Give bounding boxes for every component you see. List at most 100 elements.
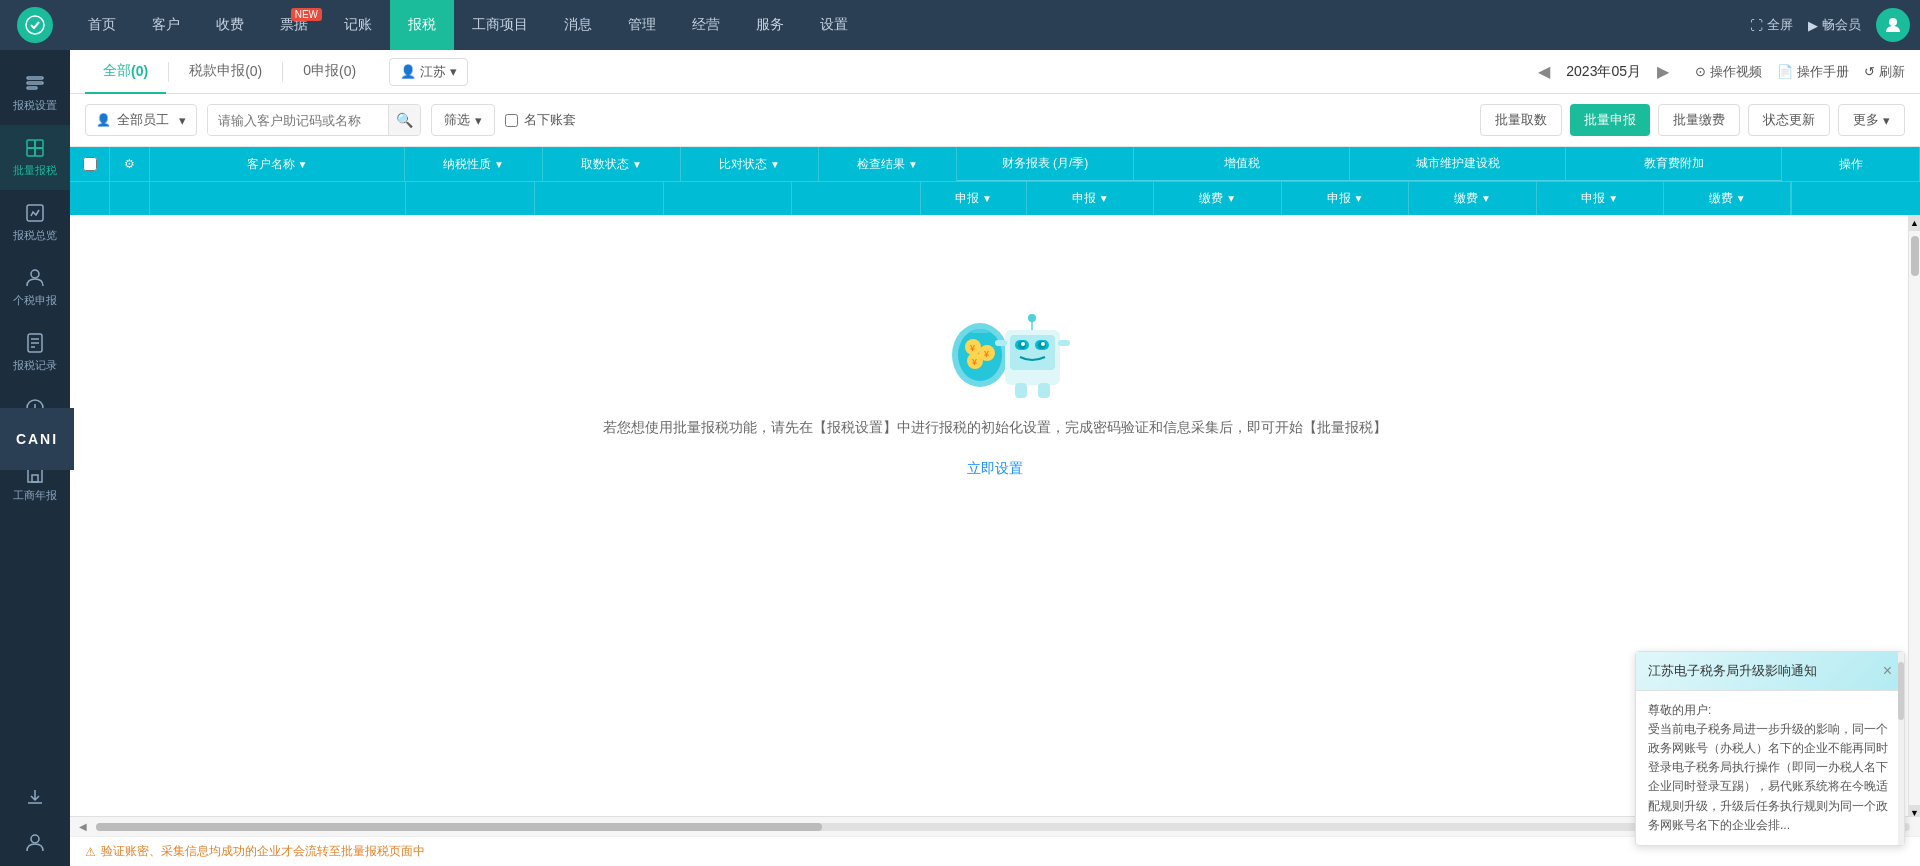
nav-business[interactable]: 工商项目 — [454, 0, 546, 50]
sidebar-item-batch-tax[interactable]: 批量报税 — [0, 125, 70, 190]
th-edu-pay: 缴费 ▼ — [1664, 182, 1791, 215]
date-next-button[interactable]: ▶ — [1651, 60, 1675, 84]
scroll-thumb — [96, 823, 822, 831]
filter-icon[interactable]: ▼ — [770, 159, 780, 170]
svg-rect-35 — [1038, 383, 1050, 398]
region-selector[interactable]: 👤 江苏 ▾ — [389, 58, 468, 86]
batch-report-button[interactable]: 批量申报 — [1570, 104, 1650, 136]
nav-invoice[interactable]: 票据 NEW — [262, 0, 326, 50]
tab-all[interactable]: 全部(0) — [85, 50, 166, 94]
manual-icon: 📄 — [1777, 64, 1793, 79]
scroll-up-button[interactable]: ▲ — [1909, 215, 1920, 231]
status-update-button[interactable]: 状态更新 — [1748, 104, 1830, 136]
th-city-report: 申报 ▼ — [1282, 182, 1409, 215]
notification-close-button[interactable]: × — [1883, 662, 1892, 680]
th-edu-report: 申报 ▼ — [1537, 182, 1664, 215]
filter-icon[interactable]: ▼ — [1099, 193, 1109, 204]
vertical-scrollbar[interactable]: ▲ ▼ — [1908, 215, 1920, 816]
avatar[interactable] — [1876, 8, 1910, 42]
main-layout: 报税设置 批量报税 报税总览 — [0, 50, 1920, 866]
tax-settings-icon — [24, 72, 46, 94]
filter-icon[interactable]: ▼ — [298, 159, 308, 170]
refresh-icon: ↺ — [1864, 64, 1875, 79]
logo-icon — [17, 7, 53, 43]
nav-bookkeeping[interactable]: 记账 — [326, 0, 390, 50]
tax-records-icon — [24, 332, 46, 354]
nav-items: 首页 客户 收费 票据 NEW 记账 报税 工商项目 消息 管理 经营 服务 设… — [70, 0, 1750, 50]
th-financial-report: 申报 ▼ — [921, 182, 1027, 215]
sidebar-item-tax-records[interactable]: 报税记录 — [0, 320, 70, 385]
th-financial: 财务报表 (月/季) — [957, 147, 1134, 181]
filter-icon[interactable]: ▼ — [1354, 193, 1364, 204]
th-checkbox[interactable] — [70, 147, 110, 181]
action-refresh[interactable]: ↺ 刷新 — [1864, 63, 1905, 81]
employee-selector[interactable]: 👤 全部员工 ▾ — [85, 104, 197, 136]
top-navigation: 首页 客户 收费 票据 NEW 记账 报税 工商项目 消息 管理 经营 服务 设… — [0, 0, 1920, 50]
nav-home[interactable]: 首页 — [70, 0, 134, 50]
filter-icon[interactable]: ▼ — [1481, 193, 1491, 204]
scroll-down-button[interactable]: ▼ — [1909, 805, 1920, 816]
filter-button[interactable]: 筛选 ▾ — [431, 104, 495, 136]
batch-fetch-button[interactable]: 批量取数 — [1480, 104, 1562, 136]
action-video[interactable]: ⊙ 操作视频 — [1695, 63, 1762, 81]
date-prev-button[interactable]: ◀ — [1532, 60, 1556, 84]
svg-rect-4 — [27, 140, 35, 148]
search-button[interactable]: 🔍 — [388, 104, 420, 136]
th-fetch-status: 取数状态 ▼ — [543, 147, 681, 181]
notification-header: 江苏电子税务局升级影响通知 × — [1636, 652, 1904, 691]
filter-icon[interactable]: ▼ — [1608, 193, 1618, 204]
fullscreen-button[interactable]: ⛶ 全屏 — [1750, 16, 1793, 34]
filter-icon[interactable]: ▼ — [632, 159, 642, 170]
sidebar-item-tax-settings[interactable]: 报税设置 — [0, 60, 70, 125]
sidebar-item-download[interactable] — [0, 774, 70, 820]
filter-icon[interactable]: ▼ — [1736, 193, 1746, 204]
sidebar-item-user[interactable] — [0, 820, 70, 866]
select-all-checkbox[interactable] — [83, 157, 97, 171]
tab-tax-report[interactable]: 税款申报(0) — [171, 50, 280, 94]
logo[interactable] — [10, 0, 60, 50]
nav-settings[interactable]: 设置 — [802, 0, 866, 50]
filter-icon[interactable]: ▼ — [982, 193, 992, 204]
setup-link[interactable]: 立即设置 — [967, 460, 1023, 478]
member-button[interactable]: ▶ 畅会员 — [1808, 16, 1861, 34]
nav-operation[interactable]: 经营 — [674, 0, 738, 50]
table-header-row1: ⚙ 客户名称 ▼ 纳税性质 ▼ 取数状态 ▼ — [70, 147, 1920, 181]
sidebar-item-tax-overview[interactable]: 报税总览 — [0, 190, 70, 255]
download-icon — [24, 786, 46, 808]
batch-pay-button[interactable]: 批量缴费 — [1658, 104, 1740, 136]
more-button[interactable]: 更多 ▾ — [1838, 104, 1905, 136]
scroll-thumb — [1911, 236, 1919, 276]
filter-icon[interactable]: ▼ — [1226, 193, 1236, 204]
accounts-checkbox-label[interactable]: 名下账套 — [505, 111, 576, 129]
th-gear[interactable]: ⚙ — [110, 147, 150, 181]
nav-client[interactable]: 客户 — [134, 0, 198, 50]
table-header-row2: 申报 ▼ 申报 ▼ 缴费 ▼ — [70, 181, 1920, 215]
nav-manage[interactable]: 管理 — [610, 0, 674, 50]
tab-right-actions: ⊙ 操作视频 📄 操作手册 ↺ 刷新 — [1695, 63, 1905, 81]
tab-divider-1 — [168, 62, 169, 82]
nav-message[interactable]: 消息 — [546, 0, 610, 50]
filter-chevron-icon: ▾ — [475, 113, 482, 128]
tab-zero-report[interactable]: 0申报(0) — [285, 50, 374, 94]
accounts-checkbox[interactable] — [505, 114, 518, 127]
nav-fee[interactable]: 收费 — [198, 0, 262, 50]
search-wrapper: 🔍 — [207, 104, 421, 136]
scroll-left-button[interactable]: ◀ — [75, 819, 91, 834]
svg-rect-34 — [1015, 383, 1027, 398]
nav-service[interactable]: 服务 — [738, 0, 802, 50]
filter-icon[interactable]: ▼ — [908, 159, 918, 170]
search-input[interactable] — [208, 105, 388, 135]
sidebar-item-personal-tax[interactable]: 个税申报 — [0, 255, 70, 320]
employee-icon: 👤 — [96, 113, 111, 127]
action-manual[interactable]: 📄 操作手册 — [1777, 63, 1849, 81]
empty-state: ¥ ¥ ¥ — [70, 215, 1920, 538]
notification-panel: 江苏电子税务局升级影响通知 × 尊敬的用户:受当前电子税务局进一步升级的影响，同… — [1635, 651, 1905, 846]
svg-rect-3 — [27, 87, 37, 89]
nav-tax[interactable]: 报税 — [390, 0, 454, 50]
notification-scrollbar[interactable] — [1898, 652, 1904, 845]
date-label: 2023年05月 — [1566, 63, 1641, 81]
cani-badge: CANI — [0, 408, 74, 470]
svg-point-31 — [1028, 314, 1036, 322]
th-client-name: 客户名称 ▼ — [150, 147, 405, 181]
filter-icon[interactable]: ▼ — [494, 159, 504, 170]
